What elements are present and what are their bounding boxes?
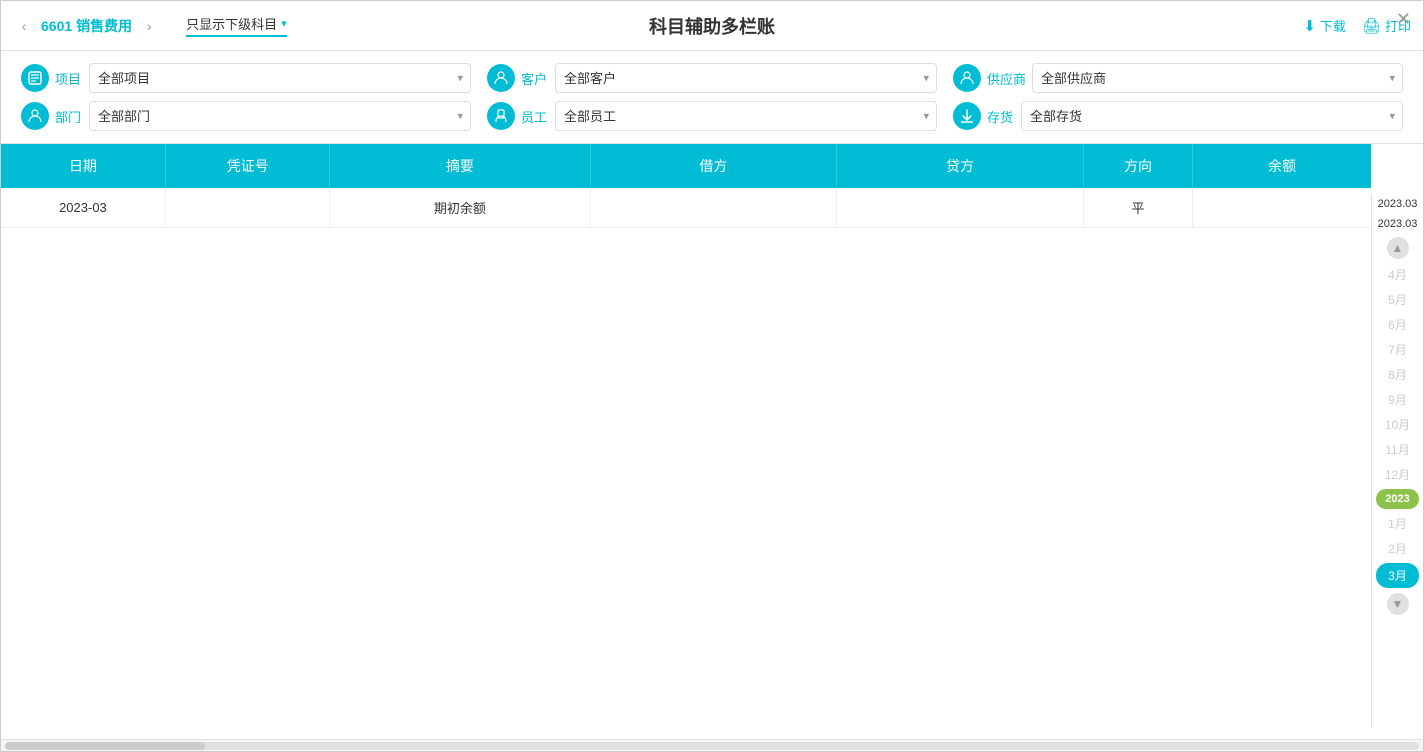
cell-credit [837, 188, 1084, 228]
timeline-month-1[interactable]: 1月 [1372, 511, 1423, 536]
project-select-wrapper[interactable]: 全部项目 [89, 63, 471, 93]
timeline-down-nav: ▼ [1372, 590, 1423, 618]
table-container: 日期 凭证号 摘要 借方 贷方 方向 余额 2023-03 期初余额 [1, 144, 1371, 739]
supplier-select-wrapper[interactable]: 全部供应商 [1032, 63, 1403, 93]
customer-select[interactable]: 全部客户 [555, 63, 937, 93]
filter-employee: 员工 全部员工 [479, 97, 945, 135]
close-btn[interactable]: ✕ [1396, 9, 1411, 30]
show-sub-label: 只显示下级科目 [186, 14, 277, 33]
customer-select-wrapper[interactable]: 全部客户 [555, 63, 937, 93]
filter-supplier: 供应商 全部供应商 [945, 59, 1411, 97]
print-icon: 🖨 [1362, 17, 1381, 35]
scrollbar-thumb[interactable] [5, 742, 205, 750]
download-icon: ⬇ [1303, 17, 1316, 35]
table-row: 2023-03 期初余额 平 [1, 188, 1371, 228]
dept-select-wrapper[interactable]: 全部部门 [89, 101, 471, 131]
cell-summary: 期初余额 [330, 188, 590, 228]
timeline-month-2023-03-1[interactable]: 2023.03 [1372, 194, 1423, 214]
employee-label: 员工 [521, 107, 549, 126]
stock-select[interactable]: 全部存货 [1021, 101, 1403, 131]
horizontal-scrollbar[interactable] [1, 739, 1423, 751]
download-btn[interactable]: ⬇ 下载 [1303, 16, 1346, 35]
col-credit: 贷方 [837, 144, 1084, 188]
timeline-month-12[interactable]: 12月 [1372, 462, 1423, 487]
dept-label: 部门 [55, 107, 83, 126]
dept-icon [21, 102, 49, 130]
timeline-month-3-active[interactable]: 3月 [1376, 563, 1419, 588]
account-name-text: 销售费用 [76, 16, 132, 36]
timeline-up-nav: ▲ [1372, 234, 1423, 262]
timeline-month-9[interactable]: 9月 [1372, 387, 1423, 412]
cell-date: 2023-03 [1, 188, 165, 228]
cell-direction: 平 [1083, 188, 1193, 228]
page-title: 科目辅助多栏账 [649, 13, 775, 39]
timeline-up-btn[interactable]: ▲ [1387, 237, 1409, 259]
timeline-month-4[interactable]: 4月 [1372, 262, 1423, 287]
project-icon [21, 64, 49, 92]
project-label: 项目 [55, 69, 83, 88]
account-code: 6601 销售费用 [41, 16, 132, 36]
timeline-year-2023[interactable]: 2023 [1376, 489, 1419, 509]
timeline-month-8[interactable]: 8月 [1372, 362, 1423, 387]
download-label: 下载 [1320, 16, 1346, 35]
timeline-month-2023-03-2[interactable]: 2023.03 [1372, 214, 1423, 234]
col-debit: 借方 [590, 144, 837, 188]
col-direction: 方向 [1083, 144, 1193, 188]
customer-label: 客户 [521, 69, 549, 88]
filter-dept: 部门 全部部门 [13, 97, 479, 135]
ledger-table: 日期 凭证号 摘要 借方 贷方 方向 余额 2023-03 期初余额 [1, 144, 1371, 228]
filter-project: 项目 全部项目 [13, 59, 479, 97]
employee-select[interactable]: 全部员工 [555, 101, 937, 131]
chevron-down-icon: ▾ [281, 17, 287, 30]
filter-stock: 存货 全部存货 [945, 97, 1411, 135]
timeline-month-7[interactable]: 7月 [1372, 337, 1423, 362]
dept-select[interactable]: 全部部门 [89, 101, 471, 131]
supplier-select[interactable]: 全部供应商 [1032, 63, 1403, 93]
filters-panel: 项目 全部项目 客户 全部客户 [1, 51, 1423, 144]
project-select[interactable]: 全部项目 [89, 63, 471, 93]
timeline-month-5[interactable]: 5月 [1372, 287, 1423, 312]
cell-debit [590, 188, 837, 228]
col-summary: 摘要 [330, 144, 590, 188]
stock-label: 存货 [987, 107, 1015, 126]
title-left: ‹ 6601 销售费用 › 只显示下级科目 ▾ [13, 14, 287, 37]
employee-icon [487, 102, 515, 130]
show-sub-toggle[interactable]: 只显示下级科目 ▾ [186, 14, 287, 37]
prev-account-btn[interactable]: ‹ [13, 15, 35, 37]
stock-select-wrapper[interactable]: 全部存货 [1021, 101, 1403, 131]
timeline-down-btn[interactable]: ▼ [1387, 593, 1409, 615]
employee-select-wrapper[interactable]: 全部员工 [555, 101, 937, 131]
scrollbar-track[interactable] [5, 742, 1419, 750]
customer-icon [487, 64, 515, 92]
filter-customer: 客户 全部客户 [479, 59, 945, 97]
timeline-month-6[interactable]: 6月 [1372, 312, 1423, 337]
next-account-btn[interactable]: › [138, 15, 160, 37]
timeline-month-2[interactable]: 2月 [1372, 536, 1423, 561]
cell-voucher [165, 188, 329, 228]
supplier-icon [953, 64, 981, 92]
supplier-label: 供应商 [987, 69, 1026, 88]
timeline-month-10[interactable]: 10月 [1372, 412, 1423, 437]
cell-balance [1193, 188, 1371, 228]
stock-icon [953, 102, 981, 130]
timeline-month-11[interactable]: 11月 [1372, 437, 1423, 462]
account-code-text: 6601 [41, 18, 72, 34]
timeline-panel: 2023.03 2023.03 ▲ 4月 5月 6月 7月 8月 9月 10月 … [1371, 194, 1423, 727]
col-balance: 余额 [1193, 144, 1371, 188]
title-bar: ‹ 6601 销售费用 › 只显示下级科目 ▾ 科目辅助多栏账 ⬇ 下载 🖨 打… [1, 1, 1423, 51]
col-voucher: 凭证号 [165, 144, 329, 188]
main-window: ‹ 6601 销售费用 › 只显示下级科目 ▾ 科目辅助多栏账 ⬇ 下载 🖨 打… [0, 0, 1424, 752]
table-header-row: 日期 凭证号 摘要 借方 贷方 方向 余额 [1, 144, 1371, 188]
title-right: ⬇ 下载 🖨 打印 ✕ [1303, 16, 1411, 35]
col-date: 日期 [1, 144, 165, 188]
